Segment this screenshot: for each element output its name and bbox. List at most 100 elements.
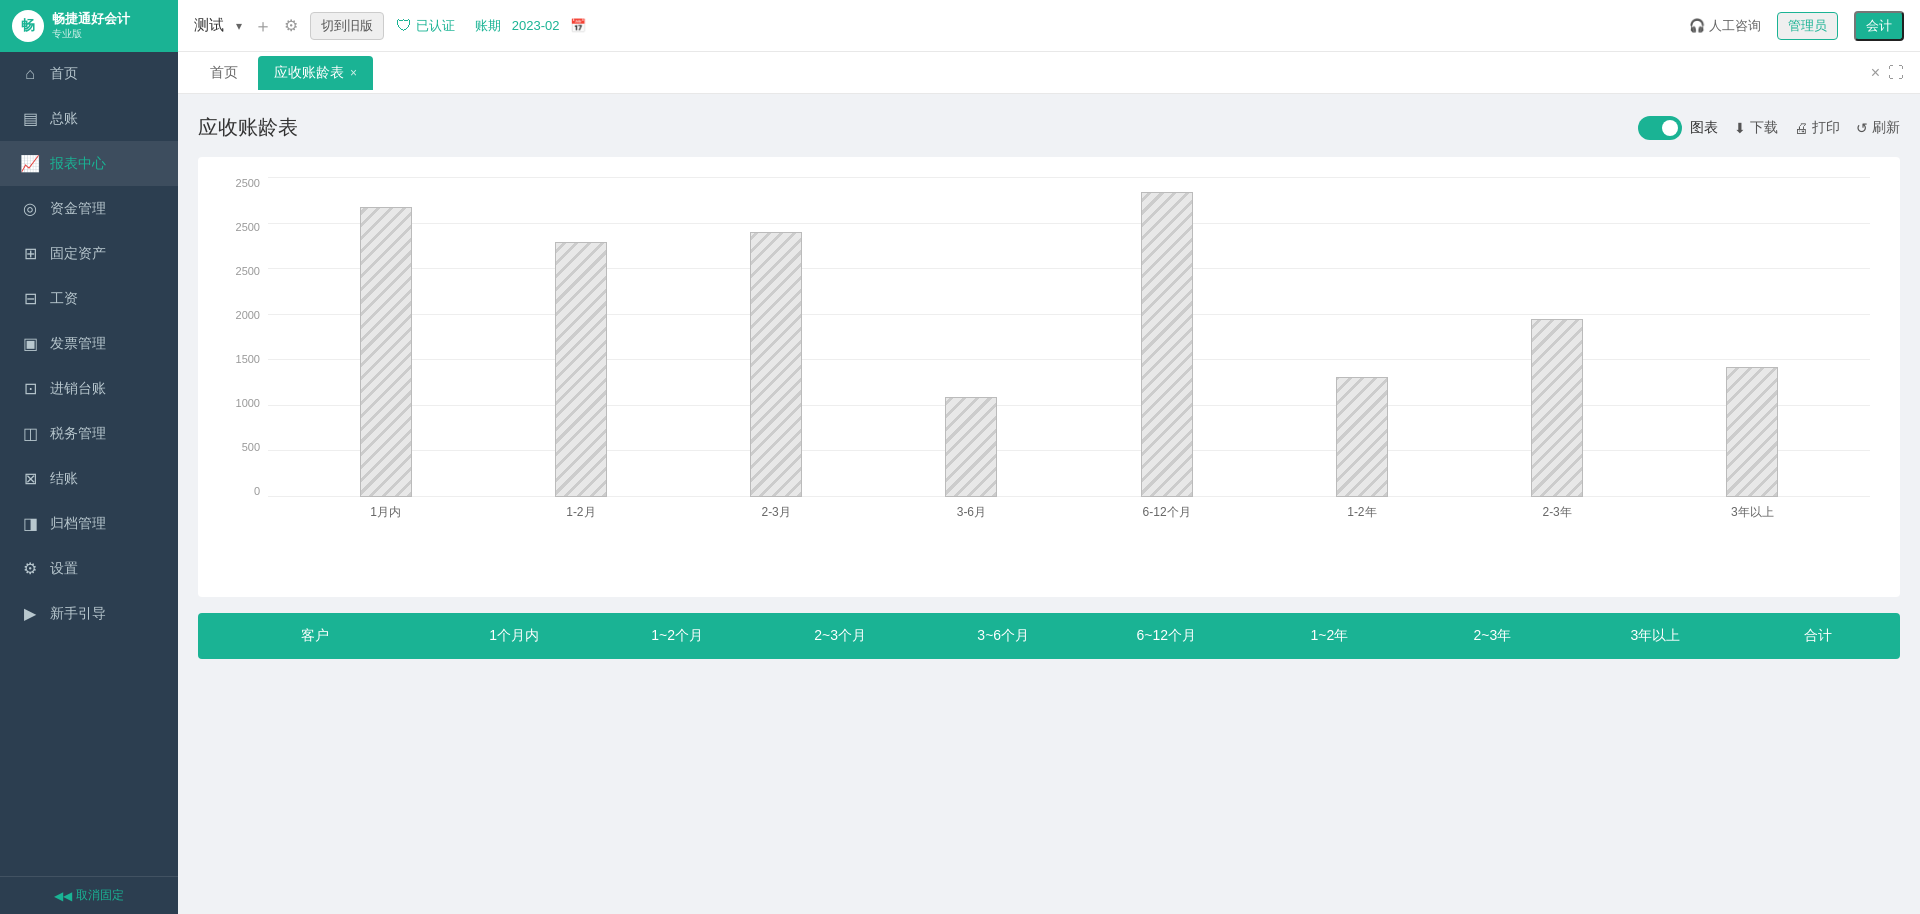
sidebar-logo: 畅 畅捷通好会计 专业版 xyxy=(0,0,178,52)
sidebar-item-payroll[interactable]: ⊟ 工资 xyxy=(0,276,178,321)
certified-label: 已认证 xyxy=(416,17,455,35)
home-icon: ⌂ xyxy=(20,65,40,83)
workspace-title: 测试 xyxy=(194,16,224,35)
page-header: 应收账龄表 图表 ⬇ 下载 🖨 打印 ↺ 刷新 xyxy=(198,114,1900,141)
tab-expand-icon[interactable]: ⛶ xyxy=(1888,64,1904,82)
tab-home-label: 首页 xyxy=(210,64,238,82)
sidebar-item-label: 资金管理 xyxy=(50,200,106,218)
sidebar-item-reports[interactable]: 📈 报表中心 xyxy=(0,141,178,186)
sidebar-item-label: 工资 xyxy=(50,290,78,308)
sidebar-item-invoice[interactable]: ▣ 发票管理 xyxy=(0,321,178,366)
sidebar-item-label: 归档管理 xyxy=(50,515,106,533)
sidebar-scroll: ⌂ 首页 ▤ 总账 📈 报表中心 ◎ 资金管理 ⊞ 固定资产 ⊟ 工资 ▣ 发票… xyxy=(0,52,178,876)
tab-receivable-label: 应收账龄表 xyxy=(274,64,344,82)
bar-group-1-2m xyxy=(555,242,607,497)
refresh-button[interactable]: ↺ 刷新 xyxy=(1856,119,1900,137)
th-3y: 3年以上 xyxy=(1574,613,1737,659)
consult-button[interactable]: 🎧 人工咨询 xyxy=(1689,17,1761,35)
sidebar-item-sales[interactable]: ⊡ 进销台账 xyxy=(0,366,178,411)
sidebar-item-settings[interactable]: ⚙ 设置 xyxy=(0,546,178,591)
settings-icon: ⚙ xyxy=(20,559,40,578)
cancel-fixed-button[interactable]: ◀◀ 取消固定 xyxy=(54,887,124,904)
switch-version-button[interactable]: 切到旧版 xyxy=(310,12,384,40)
page-title: 应收账龄表 xyxy=(198,114,298,141)
accountant-button[interactable]: 会计 xyxy=(1854,11,1904,41)
x-label-1-2y: 1-2年 xyxy=(1336,504,1388,521)
workspace-dropdown[interactable]: ▾ xyxy=(236,19,242,33)
bars-group xyxy=(268,177,1870,497)
bar-group-2-3y xyxy=(1531,319,1583,497)
y-label-1500: 1500 xyxy=(236,353,260,365)
period-value: 2023-02 xyxy=(512,18,560,33)
chart-container: 2500 2500 2500 2000 1500 1000 500 0 xyxy=(198,157,1900,597)
payroll-icon: ⊟ xyxy=(20,289,40,308)
sidebar-item-label: 新手引导 xyxy=(50,605,106,623)
x-label-2-3y: 2-3年 xyxy=(1531,504,1583,521)
logo-icon: 畅 xyxy=(12,10,44,42)
tax-icon: ◫ xyxy=(20,424,40,443)
consult-label: 人工咨询 xyxy=(1709,17,1761,35)
x-label-1m: 1月内 xyxy=(360,504,412,521)
tab-collapse-icon[interactable]: × xyxy=(1871,64,1880,82)
bar-group-1-2y xyxy=(1336,377,1388,497)
sidebar-item-guide[interactable]: ▶ 新手引导 xyxy=(0,591,178,636)
sidebar-item-home[interactable]: ⌂ 首页 xyxy=(0,52,178,96)
invoice-icon: ▣ xyxy=(20,334,40,353)
reports-icon: 📈 xyxy=(20,154,40,173)
x-label-6-12m: 6-12个月 xyxy=(1141,504,1193,521)
sidebar-item-label: 发票管理 xyxy=(50,335,106,353)
bar-2-3y xyxy=(1531,319,1583,497)
calendar-icon[interactable]: 📅 xyxy=(570,18,586,33)
sidebar-item-label: 设置 xyxy=(50,560,78,578)
sidebar-item-assets[interactable]: ⊞ 固定资产 xyxy=(0,231,178,276)
main-area: 测试 ▾ ＋ ⚙ 切到旧版 🛡 已认证 账期 2023-02 📅 🎧 人工咨询 … xyxy=(178,0,1920,914)
add-workspace-button[interactable]: ＋ xyxy=(254,14,272,38)
app-edition: 专业版 xyxy=(52,27,130,41)
print-button[interactable]: 🖨 打印 xyxy=(1794,119,1840,137)
tab-home[interactable]: 首页 xyxy=(194,56,254,90)
sidebar-bottom: ◀◀ 取消固定 xyxy=(0,876,178,914)
manager-button[interactable]: 管理员 xyxy=(1777,12,1838,40)
bar-group-2-3m xyxy=(750,232,802,497)
chart-area xyxy=(268,177,1870,497)
tabs-right-actions: × ⛶ xyxy=(1871,64,1904,82)
tab-bar: 首页 应收账龄表 × × ⛶ xyxy=(178,52,1920,94)
sidebar-item-closing[interactable]: ⊠ 结账 xyxy=(0,456,178,501)
y-label-2500b: 2500 xyxy=(236,221,260,233)
chart-toggle-label: 图表 xyxy=(1690,119,1718,137)
bar-1-2y xyxy=(1336,377,1388,497)
th-1-2m: 1~2个月 xyxy=(596,613,759,659)
bar-3-6m xyxy=(945,397,997,497)
bar-2-3m xyxy=(750,232,802,497)
sidebar-item-label: 总账 xyxy=(50,110,78,128)
tab-receivable-aging[interactable]: 应收账龄表 × xyxy=(258,56,373,90)
bar-group-3-6m xyxy=(945,397,997,497)
page-actions: 图表 ⬇ 下载 🖨 打印 ↺ 刷新 xyxy=(1638,116,1900,140)
archive-icon: ◨ xyxy=(20,514,40,533)
download-button[interactable]: ⬇ 下载 xyxy=(1734,119,1778,137)
y-label-2500c: 2500 xyxy=(236,265,260,277)
certified-badge: 🛡 已认证 xyxy=(396,17,455,35)
y-label-1000: 1000 xyxy=(236,397,260,409)
sidebar-item-archive[interactable]: ◨ 归档管理 xyxy=(0,501,178,546)
page-content: 应收账龄表 图表 ⬇ 下载 🖨 打印 ↺ 刷新 xyxy=(178,94,1920,914)
sidebar-item-ledger[interactable]: ▤ 总账 xyxy=(0,96,178,141)
bar-group-1m xyxy=(360,207,412,497)
x-label-1-2m: 1-2月 xyxy=(555,504,607,521)
tab-close-icon[interactable]: × xyxy=(350,66,357,80)
sidebar: 畅 畅捷通好会计 专业版 ⌂ 首页 ▤ 总账 📈 报表中心 ◎ 资金管理 ⊞ 固… xyxy=(0,0,178,914)
sidebar-item-label: 固定资产 xyxy=(50,245,106,263)
bar-group-6-12m xyxy=(1141,192,1193,497)
period-display: 账期 2023-02 📅 xyxy=(475,17,586,35)
workspace-settings-button[interactable]: ⚙ xyxy=(284,16,298,35)
th-1-2y: 1~2年 xyxy=(1248,613,1411,659)
download-icon: ⬇ xyxy=(1734,120,1746,136)
shield-icon: 🛡 xyxy=(396,17,412,35)
y-label-500: 500 xyxy=(242,441,260,453)
sidebar-item-label: 首页 xyxy=(50,65,78,83)
top-header: 测试 ▾ ＋ ⚙ 切到旧版 🛡 已认证 账期 2023-02 📅 🎧 人工咨询 … xyxy=(178,0,1920,52)
sidebar-item-funds[interactable]: ◎ 资金管理 xyxy=(0,186,178,231)
chart-toggle[interactable] xyxy=(1638,116,1682,140)
sidebar-item-label: 进销台账 xyxy=(50,380,106,398)
sidebar-item-tax[interactable]: ◫ 税务管理 xyxy=(0,411,178,456)
